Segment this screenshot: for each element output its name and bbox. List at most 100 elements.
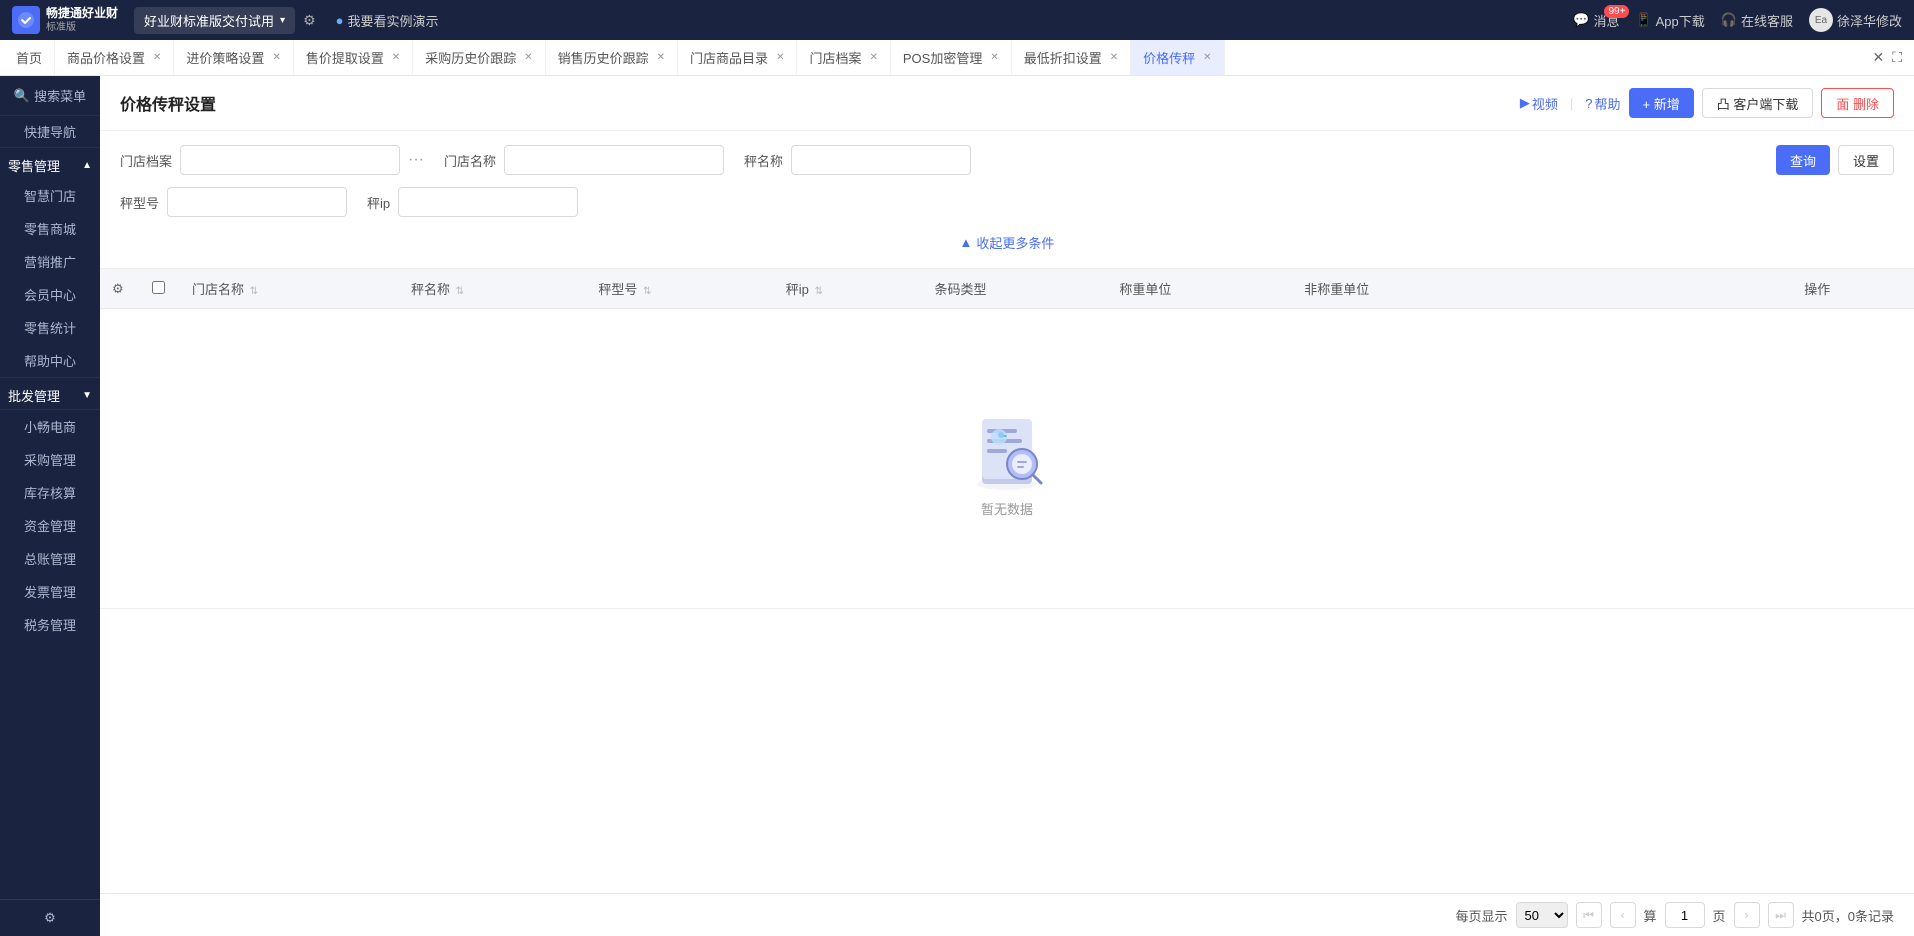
- close-icon[interactable]: ✕: [153, 52, 161, 63]
- close-icon[interactable]: ✕: [657, 52, 665, 63]
- user-menu-button[interactable]: Ea 徐泽华修改: [1809, 8, 1902, 32]
- close-icon[interactable]: ✕: [272, 52, 280, 63]
- sidebar-item-marketing[interactable]: 营销推广: [0, 245, 100, 278]
- filter-area: 门店档案 ··· 门店名称 秤名称 查询 设置: [100, 131, 1914, 269]
- col-barcode-type: 条码类型: [922, 269, 1107, 309]
- marketing-label: 营销推广: [24, 255, 76, 270]
- page-input[interactable]: [1665, 902, 1705, 928]
- tab-min-discount[interactable]: 最低折扣设置 ✕: [1012, 40, 1131, 76]
- sidebar-item-stock[interactable]: 库存核算: [0, 476, 100, 509]
- select-all-checkbox[interactable]: [152, 281, 165, 294]
- logo-icon: [12, 6, 40, 34]
- table-settings-col: ⚙: [100, 269, 140, 309]
- close-icon[interactable]: ✕: [524, 52, 532, 63]
- table-container: ⚙ 门店名称 ⇅ 秤名称 ⇅: [100, 269, 1914, 893]
- sidebar-item-xiaochang[interactable]: 小畅电商: [0, 410, 100, 443]
- sidebar-item-purchase[interactable]: 采购管理: [0, 443, 100, 476]
- smart-store-label: 智慧门店: [24, 189, 76, 204]
- xiaochang-label: 小畅电商: [24, 420, 76, 435]
- filter-scale-model: 秤型号: [120, 187, 347, 217]
- store-profile-input[interactable]: [180, 145, 400, 175]
- sidebar-item-smart-store[interactable]: 智慧门店: [0, 179, 100, 212]
- table-header-row: ⚙ 门店名称 ⇅ 秤名称 ⇅: [100, 269, 1914, 309]
- close-icon[interactable]: ✕: [869, 52, 877, 63]
- tab-sale-history[interactable]: 销售历史价跟踪 ✕: [546, 40, 678, 76]
- add-button[interactable]: + 新增: [1629, 88, 1694, 118]
- online-service-button[interactable]: 🎧 在线客服: [1721, 11, 1793, 30]
- sidebar-group-wholesale-header[interactable]: 批发管理 ▼: [0, 378, 100, 409]
- sidebar-group-retail-header[interactable]: 零售管理 ▲: [0, 148, 100, 179]
- avatar: Ea: [1809, 8, 1833, 32]
- chevron-down-icon: ▼: [82, 390, 92, 401]
- scale-ip-input[interactable]: [398, 187, 578, 217]
- close-icon[interactable]: ✕: [990, 52, 998, 63]
- download-button[interactable]: 凸 客户端下载: [1702, 88, 1814, 118]
- page-actions: ▶ 视频 | ? 帮助 + 新增 凸 客户端下载 面 删除: [1520, 88, 1894, 118]
- filter-scale-name: 秤名称: [744, 145, 971, 175]
- demo-button[interactable]: ● 我要看实例演示: [336, 11, 439, 30]
- close-icon[interactable]: ✕: [1203, 52, 1211, 63]
- sidebar-item-member[interactable]: 会员中心: [0, 278, 100, 311]
- tab-pos-management[interactable]: POS加密管理 ✕: [891, 40, 1012, 76]
- table-settings-icon[interactable]: ⚙: [112, 281, 124, 296]
- close-tab-button[interactable]: ✕: [1872, 49, 1884, 66]
- tab-sale-price[interactable]: 售价提取设置 ✕: [294, 40, 413, 76]
- maximize-tab-button[interactable]: ⛶: [1892, 49, 1902, 66]
- sidebar-group-wholesale: 批发管理 ▼: [0, 378, 100, 410]
- sidebar-item-general-ledger[interactable]: 总账管理: [0, 542, 100, 575]
- tab-purchase-strategy[interactable]: 进价策略设置 ✕: [174, 40, 293, 76]
- tab-price-scale[interactable]: 价格传秤 ✕: [1131, 40, 1224, 76]
- scale-name-label: 秤名称: [744, 151, 783, 170]
- tab-price-setting[interactable]: 商品价格设置 ✕: [55, 40, 174, 76]
- close-icon[interactable]: ✕: [392, 52, 400, 63]
- empty-text: 暂无数据: [981, 499, 1033, 518]
- version-selector[interactable]: 好业财标准版交付试用 ▾: [134, 7, 295, 34]
- sidebar-settings[interactable]: ⚙: [0, 899, 100, 936]
- table-checkbox-col: [140, 269, 180, 309]
- help-center-label: 帮助中心: [24, 354, 76, 369]
- empty-illustration: [957, 399, 1057, 499]
- collapse-button[interactable]: ▲ 收起更多条件: [960, 233, 1055, 252]
- tab-store-profile[interactable]: 门店档案 ✕: [797, 40, 890, 76]
- sidebar-item-retail-stats[interactable]: 零售统计: [0, 311, 100, 344]
- settings-icon[interactable]: ⚙: [303, 12, 316, 29]
- next-page-button[interactable]: ›: [1734, 902, 1760, 928]
- store-name-input[interactable]: [504, 145, 724, 175]
- video-link[interactable]: ▶ 视频: [1520, 94, 1558, 113]
- delete-button[interactable]: 面 删除: [1821, 88, 1894, 118]
- member-label: 会员中心: [24, 288, 76, 303]
- help-link[interactable]: ? 帮助: [1585, 94, 1620, 113]
- tab-price-setting-label: 商品价格设置: [67, 48, 145, 67]
- collapse-bar: ▲ 收起更多条件: [120, 229, 1894, 260]
- bell-icon: 💬: [1573, 12, 1589, 28]
- wholesale-group-label: 批发管理: [8, 386, 60, 405]
- version-label: 好业财标准版交付试用: [144, 11, 274, 30]
- chevron-up-icon: ▲: [960, 235, 973, 250]
- sidebar-quick-nav[interactable]: 快捷导航: [0, 116, 100, 148]
- prev-page-button[interactable]: ‹: [1610, 902, 1636, 928]
- tab-store-catalog[interactable]: 门店商品目录 ✕: [678, 40, 797, 76]
- scale-name-input[interactable]: [791, 145, 971, 175]
- per-page-select[interactable]: 10 20 50 100: [1516, 902, 1568, 928]
- messages-button[interactable]: 💬 消息 99+: [1573, 11, 1619, 30]
- scale-model-label: 秤型号: [120, 193, 159, 212]
- first-page-button[interactable]: ⏮: [1576, 902, 1602, 928]
- close-icon[interactable]: ✕: [776, 52, 784, 63]
- settings-button[interactable]: 设置: [1838, 145, 1894, 175]
- tab-purchase-strategy-label: 进价策略设置: [186, 48, 264, 67]
- last-page-button[interactable]: ⏭: [1768, 902, 1794, 928]
- app-download-button[interactable]: 📱 App下载: [1635, 11, 1704, 30]
- tab-home[interactable]: 首页: [4, 40, 55, 76]
- more-options-icon[interactable]: ···: [408, 151, 424, 169]
- sidebar-item-tax[interactable]: 税务管理: [0, 608, 100, 641]
- tab-home-label: 首页: [16, 48, 42, 67]
- tab-purchase-history[interactable]: 采购历史价跟踪 ✕: [413, 40, 545, 76]
- scale-model-input[interactable]: [167, 187, 347, 217]
- query-button[interactable]: 查询: [1776, 145, 1830, 175]
- sidebar-item-retail-mall[interactable]: 零售商城: [0, 212, 100, 245]
- sidebar-item-help-center[interactable]: 帮助中心: [0, 344, 100, 377]
- sidebar-item-finance[interactable]: 资金管理: [0, 509, 100, 542]
- close-icon[interactable]: ✕: [1110, 52, 1118, 63]
- sidebar-item-invoice[interactable]: 发票管理: [0, 575, 100, 608]
- sidebar-search[interactable]: 🔍 搜索菜单: [0, 76, 100, 116]
